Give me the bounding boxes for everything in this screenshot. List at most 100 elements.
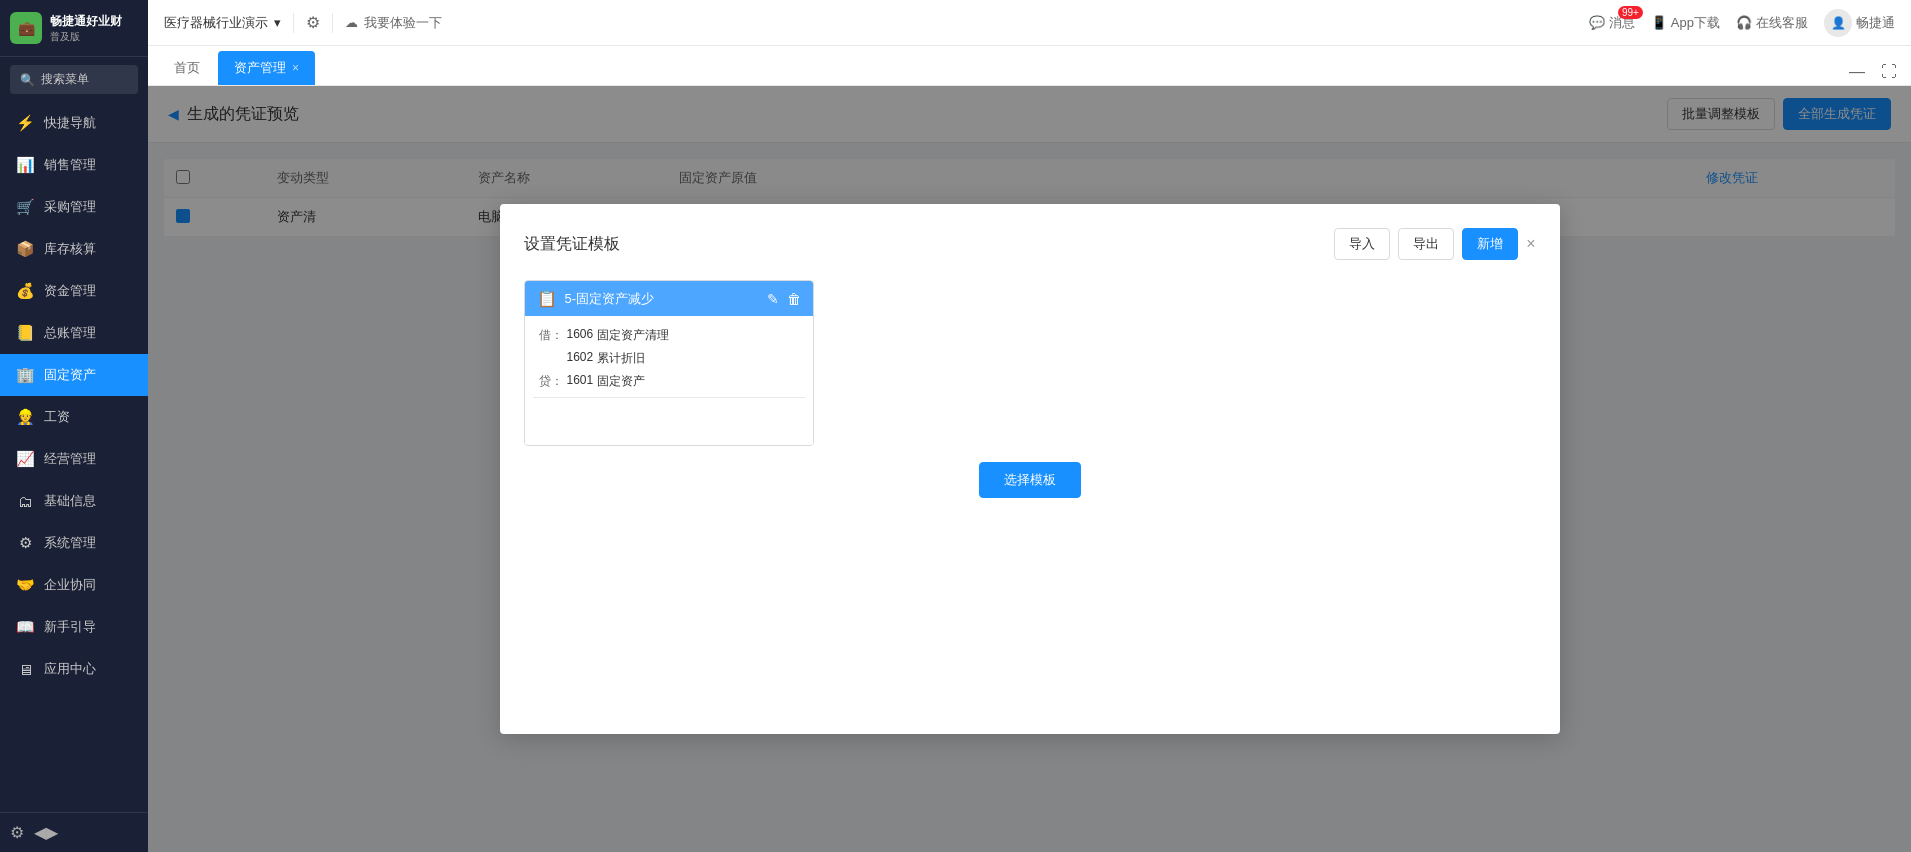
user-avatar: 👤 [1824, 9, 1852, 37]
management-label: 经营管理 [44, 450, 96, 468]
entry-code-1: 1606 [567, 327, 594, 344]
sidebar-item-sales[interactable]: 📊 销售管理 [0, 144, 148, 186]
content-area: ◀ 生成的凭证预览 批量调整模板 全部生成凭证 变动类型 资产名称 [148, 86, 1911, 852]
template-card-body: 借： 1606 固定资产清理 1602 累计折旧 [525, 316, 813, 445]
tab-close-button[interactable]: × [292, 61, 299, 75]
template-card-actions: ✎ 🗑 [767, 291, 801, 307]
template-card-header: 📋 5-固定资产减少 ✎ 🗑 [525, 281, 813, 316]
message-badge: 99+ [1618, 6, 1643, 19]
tab-maximize-button[interactable]: ⛶ [1877, 59, 1901, 85]
guide-label: 新手引导 [44, 618, 96, 636]
template-edit-button[interactable]: ✎ [767, 291, 779, 307]
sales-label: 销售管理 [44, 156, 96, 174]
inventory-label: 库存核算 [44, 240, 96, 258]
sidebar-item-salary[interactable]: 👷 工资 [0, 396, 148, 438]
company-dropdown-icon: ▾ [274, 15, 281, 30]
fixed-assets-label: 固定资产 [44, 366, 96, 384]
search-icon: 🔍 [20, 73, 35, 87]
company-name: 医疗器械行业演示 [164, 14, 268, 32]
template-card-1[interactable]: 📋 5-固定资产减少 ✎ 🗑 借： [524, 280, 814, 446]
tab-controls: — ⛶ [1845, 59, 1901, 85]
sidebar-item-management[interactable]: 📈 经营管理 [0, 438, 148, 480]
sidebar-item-basic-info[interactable]: 🗂 基础信息 [0, 480, 148, 522]
sidebar-settings-button[interactable]: ⚙ [10, 823, 24, 842]
message-button[interactable]: 💬 消息 99+ [1589, 14, 1635, 32]
logo-title: 畅捷通好业财 [50, 13, 122, 30]
entry-type-1: 借： [539, 327, 563, 344]
sidebar-item-fund[interactable]: 💰 资金管理 [0, 270, 148, 312]
user-profile[interactable]: 👤 畅捷通 [1824, 9, 1895, 37]
sidebar-item-ledger[interactable]: 📒 总账管理 [0, 312, 148, 354]
new-template-button[interactable]: 新增 [1462, 228, 1518, 260]
app-header: 医疗器械行业演示 ▾ ⚙ ☁ 我要体验一下 💬 消息 99+ 📱 [148, 0, 1911, 46]
template-grid: 📋 5-固定资产减少 ✎ 🗑 借： [524, 280, 1536, 446]
header-settings-button[interactable]: ⚙ [306, 13, 320, 32]
tab-home[interactable]: 首页 [158, 51, 216, 85]
fixed-assets-icon: 🏢 [16, 366, 34, 384]
template-card-doc-icon: 📋 [537, 289, 557, 308]
template-entry-2: 1602 累计折旧 [533, 347, 805, 370]
sidebar-item-app-center[interactable]: 🖥 应用中心 [0, 648, 148, 690]
sidebar-item-purchase[interactable]: 🛒 采购管理 [0, 186, 148, 228]
company-selector[interactable]: 医疗器械行业演示 ▾ [164, 14, 281, 32]
basic-info-icon: 🗂 [16, 492, 34, 510]
quick-nav-label: 快捷导航 [44, 114, 96, 132]
modal-header: 设置凭证模板 导入 导出 新增 × [524, 228, 1536, 260]
sidebar-item-guide[interactable]: 📖 新手引导 [0, 606, 148, 648]
entry-code-3: 1601 [567, 373, 594, 390]
export-button[interactable]: 导出 [1398, 228, 1454, 260]
sidebar: 💼 畅捷通好业财 普及版 🔍 搜索菜单 ⚡ 快捷导航 📊 销售管理 🛒 [0, 0, 148, 852]
sidebar-collapse-button[interactable]: ◀▶ [34, 823, 58, 842]
app-center-label: 应用中心 [44, 660, 96, 678]
salary-icon: 👷 [16, 408, 34, 426]
logo-text-area: 畅捷通好业财 普及版 [50, 13, 122, 44]
template-entry-3: 贷： 1601 固定资产 [533, 370, 805, 393]
template-card-header-left: 📋 5-固定资产减少 [537, 289, 655, 308]
customer-service-button[interactable]: 🎧 在线客服 [1736, 14, 1808, 32]
app-download-label: App下载 [1671, 14, 1720, 32]
sidebar-item-inventory[interactable]: 📦 库存核算 [0, 228, 148, 270]
sidebar-item-fixed-assets[interactable]: 🏢 固定资产 [0, 354, 148, 396]
entry-type-3: 贷： [539, 373, 563, 390]
enterprise-label: 企业协同 [44, 576, 96, 594]
purchase-label: 采购管理 [44, 198, 96, 216]
template-name: 固定资产减少 [576, 291, 654, 306]
tab-bar: 首页 资产管理 × — ⛶ [148, 46, 1911, 86]
app-center-icon: 🖥 [16, 660, 34, 678]
tab-asset-management[interactable]: 资产管理 × [218, 51, 315, 85]
ledger-icon: 📒 [16, 324, 34, 342]
message-icon: 💬 [1589, 15, 1605, 30]
template-select-btn-area: 选择模板 [524, 462, 1536, 498]
template-entry-1: 借： 1606 固定资产清理 [533, 324, 805, 347]
experience-icon: ☁ [345, 15, 358, 30]
select-template-button[interactable]: 选择模板 [979, 462, 1081, 498]
logo-subtitle: 普及版 [50, 30, 122, 44]
set-template-modal: 设置凭证模板 导入 导出 新增 × 📋 [500, 204, 1560, 734]
experience-button[interactable]: ☁ 我要体验一下 [345, 14, 442, 32]
sidebar-item-enterprise[interactable]: 🤝 企业协同 [0, 564, 148, 606]
import-button[interactable]: 导入 [1334, 228, 1390, 260]
app-download-icon: 📱 [1651, 15, 1667, 30]
inventory-icon: 📦 [16, 240, 34, 258]
modal-close-button[interactable]: × [1526, 235, 1535, 253]
entry-name-1: 固定资产清理 [597, 327, 669, 344]
tab-asset-label: 资产管理 [234, 59, 286, 77]
search-menu-button[interactable]: 🔍 搜索菜单 [10, 65, 138, 94]
search-menu-label: 搜索菜单 [41, 71, 89, 88]
template-delete-button[interactable]: 🗑 [787, 291, 801, 307]
tab-minimize-button[interactable]: — [1845, 59, 1869, 85]
system-icon: ⚙ [16, 534, 34, 552]
entry-type-2 [539, 350, 563, 367]
entry-name-2: 累计折旧 [597, 350, 645, 367]
sidebar-item-quick-nav[interactable]: ⚡ 快捷导航 [0, 102, 148, 144]
management-icon: 📈 [16, 450, 34, 468]
salary-label: 工资 [44, 408, 70, 426]
fund-label: 资金管理 [44, 282, 96, 300]
settings-gear-icon: ⚙ [306, 14, 320, 31]
modal-overlay: 设置凭证模板 导入 导出 新增 × 📋 [148, 86, 1911, 852]
sidebar-item-system[interactable]: ⚙ 系统管理 [0, 522, 148, 564]
template-empty-row [533, 397, 805, 437]
app-download-button[interactable]: 📱 App下载 [1651, 14, 1720, 32]
entry-code-2: 1602 [567, 350, 594, 367]
ledger-label: 总账管理 [44, 324, 96, 342]
